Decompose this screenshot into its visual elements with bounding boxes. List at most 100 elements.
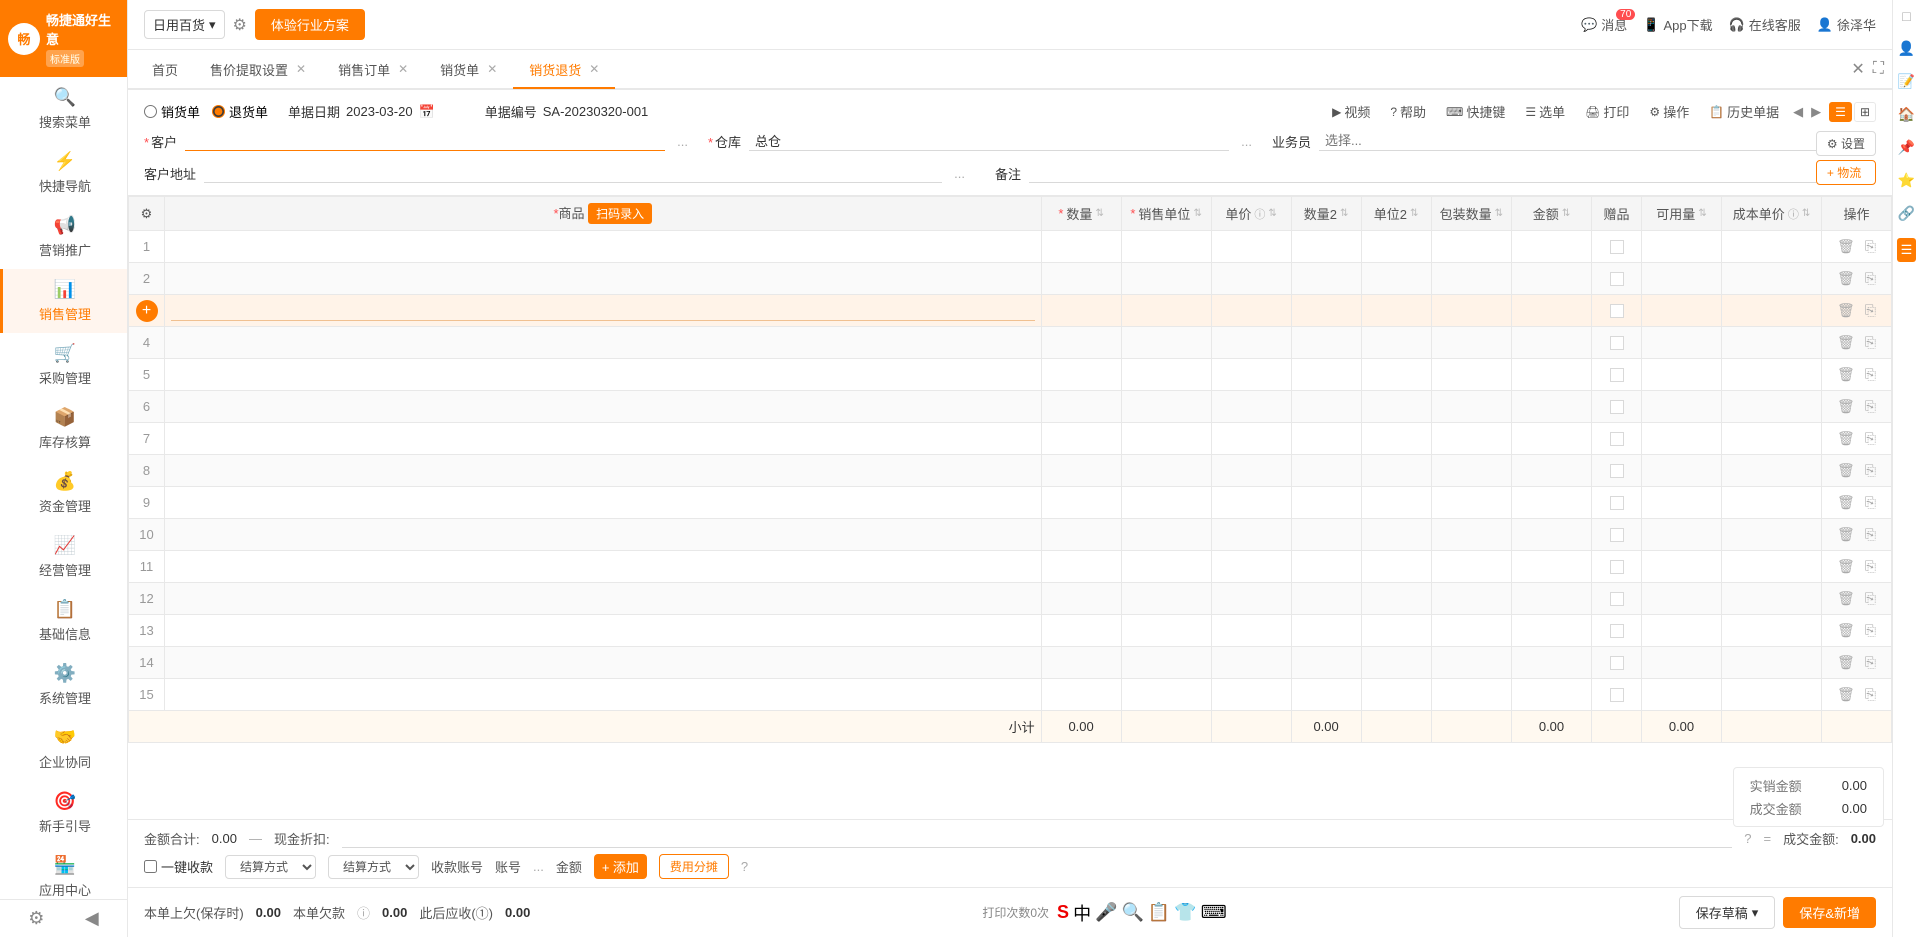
copy-row-btn-7[interactable]: ⎘ (1863, 428, 1878, 449)
cost-cell-1[interactable] (1722, 231, 1822, 263)
sidebar-item-marketing[interactable]: 📢 营销推广 (0, 205, 127, 269)
unit-cell-12[interactable] (1121, 583, 1211, 615)
qty2-cell-3[interactable] (1291, 295, 1361, 327)
amount-cell-12[interactable] (1512, 583, 1592, 615)
qty-cell-7[interactable] (1041, 423, 1121, 455)
avail-cell-6[interactable] (1642, 391, 1722, 423)
one-click-checkbox[interactable]: 一键收款 (144, 857, 213, 876)
price-cell-7[interactable] (1211, 423, 1291, 455)
pack-cell-6[interactable] (1431, 391, 1511, 423)
staff-input[interactable] (1319, 131, 1816, 151)
qty-cell-5[interactable] (1041, 359, 1121, 391)
tab-home[interactable]: 首页 (136, 52, 194, 89)
video-btn[interactable]: ▶ 视频 (1326, 100, 1376, 123)
gift-checkbox-3[interactable] (1610, 304, 1624, 318)
cost-cell-12[interactable] (1722, 583, 1822, 615)
sidebar-item-sales[interactable]: 📊 销售管理 (0, 269, 127, 333)
tab-sales[interactable]: 销货单 ✕ (424, 52, 513, 89)
copy-row-btn-14[interactable]: ⎘ (1863, 652, 1878, 673)
cost-cell-4[interactable] (1722, 327, 1822, 359)
unit-cell-11[interactable] (1121, 551, 1211, 583)
unit2-cell-7[interactable] (1361, 423, 1431, 455)
delete-row-btn-8[interactable]: 🗑 (1835, 460, 1857, 481)
cost-cell-14[interactable] (1722, 647, 1822, 679)
delete-row-btn-5[interactable]: 🗑 (1835, 364, 1857, 385)
tab-sales-close[interactable]: ✕ (487, 62, 497, 76)
gift-cell-10[interactable] (1592, 519, 1642, 551)
settle-method-select[interactable]: 结算方式 (225, 855, 316, 879)
amount-cell-10[interactable] (1512, 519, 1592, 551)
unit-cell-14[interactable] (1121, 647, 1211, 679)
help-btn[interactable]: ? 帮助 (1384, 100, 1432, 123)
radio-return-input[interactable] (212, 105, 225, 118)
gift-cell-7[interactable] (1592, 423, 1642, 455)
amount-cell-15[interactable] (1512, 679, 1592, 711)
price-cell-3[interactable] (1211, 295, 1291, 327)
avail-cell-5[interactable] (1642, 359, 1722, 391)
settings-side-btn[interactable]: ⚙ 设置 (1816, 131, 1876, 156)
tab-price-setting-close[interactable]: ✕ (296, 62, 306, 76)
sidebar-item-operation[interactable]: 📈 经营管理 (0, 525, 127, 589)
avail-cell-8[interactable] (1642, 455, 1722, 487)
amount-sort-icon[interactable]: ⇅ (1562, 208, 1570, 219)
message-btn[interactable]: 💬 消息 70 (1581, 15, 1627, 34)
copy-row-btn-4[interactable]: ⎘ (1863, 332, 1878, 353)
avail-cell-4[interactable] (1642, 327, 1722, 359)
price-cell-6[interactable] (1211, 391, 1291, 423)
cost-cell-10[interactable] (1722, 519, 1822, 551)
warehouse-dots-btn[interactable]: ... (1241, 134, 1252, 149)
delete-row-btn-11[interactable]: 🗑 (1835, 556, 1857, 577)
qty2-cell-10[interactable] (1291, 519, 1361, 551)
delete-row-btn-14[interactable]: 🗑 (1835, 652, 1857, 673)
delete-row-btn-6[interactable]: 🗑 (1835, 396, 1857, 417)
sidebar-item-system[interactable]: ⚙️ 系统管理 (0, 653, 127, 717)
amount-cell-9[interactable] (1512, 487, 1592, 519)
right-icon-3[interactable]: 📝 (1898, 73, 1915, 90)
qty2-cell-4[interactable] (1291, 327, 1361, 359)
gift-cell-1[interactable] (1592, 231, 1642, 263)
product-cell-11[interactable] (165, 551, 1042, 583)
address-dots-btn[interactable]: ... (954, 166, 965, 181)
unit-cell-13[interactable] (1121, 615, 1211, 647)
gift-cell-15[interactable] (1592, 679, 1642, 711)
qty2-cell-6[interactable] (1291, 391, 1361, 423)
qty-cell-3[interactable] (1041, 295, 1121, 327)
sidebar-item-purchase[interactable]: 🛒 采购管理 (0, 333, 127, 397)
search-toolbar-icon[interactable]: 🔍 (1121, 902, 1143, 923)
history-btn[interactable]: 📋 历史单据 (1703, 100, 1785, 123)
gift-checkbox-15[interactable] (1610, 688, 1624, 702)
unit2-cell-10[interactable] (1361, 519, 1431, 551)
avail-cell-10[interactable] (1642, 519, 1722, 551)
copy-row-btn-13[interactable]: ⎘ (1863, 620, 1878, 641)
one-click-check[interactable] (144, 860, 157, 873)
cost-cell-2[interactable] (1722, 263, 1822, 295)
unit-cell-10[interactable] (1121, 519, 1211, 551)
product-cell-4[interactable] (165, 327, 1042, 359)
qty-cell-12[interactable] (1041, 583, 1121, 615)
price-cell-5[interactable] (1211, 359, 1291, 391)
delete-row-btn-3[interactable]: 🗑 (1835, 300, 1857, 321)
expense-btn[interactable]: 费用分摊 (659, 854, 729, 879)
right-icon-1[interactable]: □ (1902, 8, 1910, 24)
copy-row-btn-15[interactable]: ⎘ (1863, 684, 1878, 705)
calc-method-select[interactable]: 结算方式 (328, 855, 419, 879)
radio-return[interactable]: 退货单 (212, 102, 268, 121)
pack-cell-8[interactable] (1431, 455, 1511, 487)
unit2-cell-1[interactable] (1361, 231, 1431, 263)
qty-cell-6[interactable] (1041, 391, 1121, 423)
product-cell-15[interactable] (165, 679, 1042, 711)
delete-row-btn-9[interactable]: 🗑 (1835, 492, 1857, 513)
unit2-cell-6[interactable] (1361, 391, 1431, 423)
experience-btn[interactable]: 体验行业方案 (255, 9, 365, 40)
pack-cell-13[interactable] (1431, 615, 1511, 647)
avail-cell-13[interactable] (1642, 615, 1722, 647)
gift-cell-11[interactable] (1592, 551, 1642, 583)
pack-cell-3[interactable] (1431, 295, 1511, 327)
tab-close-icon[interactable]: ✕ (1851, 59, 1864, 79)
sidebar-item-inventory[interactable]: 📦 库存核算 (0, 397, 127, 461)
pack-cell-11[interactable] (1431, 551, 1511, 583)
scan-btn[interactable]: 扫码录入 (588, 203, 652, 224)
tab-sales-return-close[interactable]: ✕ (589, 62, 599, 76)
cost-cell-5[interactable] (1722, 359, 1822, 391)
qty-cell-10[interactable] (1041, 519, 1121, 551)
